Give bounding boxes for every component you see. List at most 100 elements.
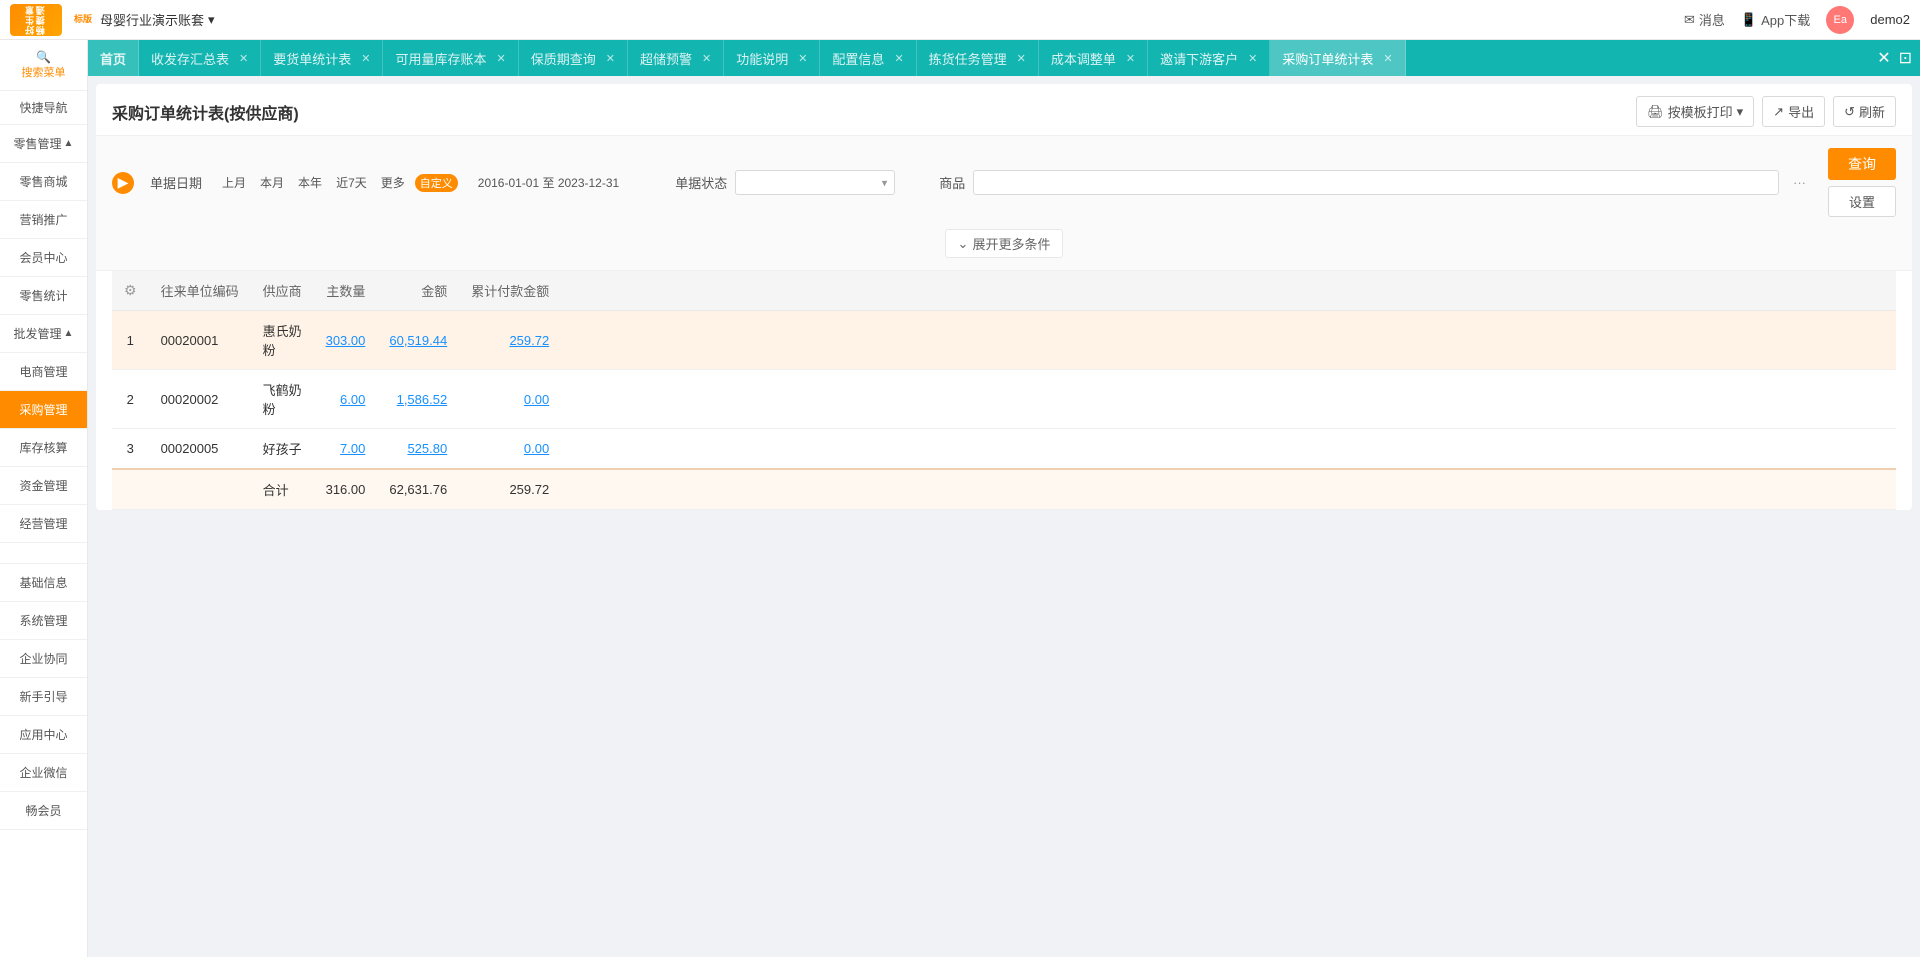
toggle-filter-btn[interactable]: ▶ (112, 172, 134, 194)
col-supplier: 供应商 (251, 271, 314, 311)
chevron-down-icon2: ⌄ (958, 236, 969, 252)
amount-link[interactable]: 1,586.52 (397, 392, 448, 407)
goods-label: 商品 (939, 173, 965, 192)
status-select[interactable] (735, 170, 895, 195)
workspace-selector[interactable]: 母婴行业演示账套 ▾ (100, 10, 215, 29)
tab-order-stats[interactable]: 要货单统计表 ✕ (261, 40, 383, 76)
tab-close-icon11[interactable]: ✕ (1383, 52, 1392, 65)
sidebar-item-business[interactable]: 经营管理 (0, 505, 87, 543)
paid-link[interactable]: 259.72 (509, 333, 549, 348)
quantity-link[interactable]: 7.00 (340, 441, 365, 456)
sidebar-item-retail-mgmt[interactable]: 零售管理 ▲ (0, 125, 87, 163)
sidebar-item-wechat[interactable]: 企业微信 (0, 754, 87, 792)
sidebar-search[interactable]: 🔍 搜索菜单 (0, 40, 87, 91)
sidebar-item-guide[interactable]: 新手引导 (0, 678, 87, 716)
status-label: 单据状态 (675, 173, 727, 192)
sidebar-item-marketing[interactable]: 营销推广 (0, 201, 87, 239)
page-header-actions: 🖨 按模板打印 ▾ ↗ 导出 ↺ 刷新 (1636, 96, 1896, 127)
tab-config-info[interactable]: 配置信息 ✕ (820, 40, 916, 76)
shortcut-this-year[interactable]: 本年 (294, 172, 326, 193)
sidebar-item-basic-info[interactable] (0, 543, 87, 564)
message-icon: ✉ (1684, 12, 1695, 28)
filter-actions: 查询 设置 (1828, 148, 1896, 217)
tab-cost-adjust[interactable]: 成本调整单 ✕ (1039, 40, 1148, 76)
refresh-button[interactable]: ↺ 刷新 (1833, 96, 1896, 127)
sidebar-item-ecommerce[interactable]: 电商管理 (0, 353, 87, 391)
col-amount: 金额 (377, 271, 459, 311)
app-download-btn[interactable]: 📱 App下载 (1741, 10, 1810, 29)
sidebar-item-retail-mall[interactable]: 零售商城 (0, 163, 87, 201)
logo-sub: 标版 (74, 15, 92, 24)
shortcut-more[interactable]: 更多 (377, 172, 409, 193)
status-select-wrapper (735, 170, 895, 195)
goods-input[interactable] (973, 170, 1779, 195)
restore-tab-icon[interactable]: ⊡ (1899, 48, 1912, 68)
quantity-link[interactable]: 303.00 (326, 333, 366, 348)
avatar[interactable]: Ea (1826, 6, 1854, 34)
shortcut-7days[interactable]: 近7天 (332, 172, 371, 193)
sidebar-item-retail-stats[interactable]: 零售统计 (0, 277, 87, 315)
tab-close-icon2[interactable]: ✕ (361, 52, 370, 65)
logo: 畅捷通好生意 (10, 4, 62, 36)
mobile-icon: 📱 (1741, 12, 1757, 28)
tab-close-icon3[interactable]: ✕ (497, 52, 506, 65)
tab-close-icon10[interactable]: ✕ (1248, 52, 1257, 65)
quantity-link[interactable]: 6.00 (340, 392, 365, 407)
content-area: 首页 收发存汇总表 ✕ 要货单统计表 ✕ 可用量库存账本 ✕ 保质期查询 ✕ 超… (88, 40, 1920, 957)
table-wrapper: ⚙ 往来单位编码 供应商 主数量 金额 累计付款金额 (96, 271, 1912, 510)
tab-function-desc[interactable]: 功能说明 ✕ (724, 40, 820, 76)
amount-link[interactable]: 60,519.44 (389, 333, 447, 348)
sidebar-quick-nav[interactable]: 快捷导航 (0, 91, 87, 125)
column-settings-icon[interactable]: ⚙ (124, 282, 137, 298)
sidebar-item-wholesale[interactable]: 批发管理 ▲ (0, 315, 87, 353)
shortcut-last-month[interactable]: 上月 (218, 172, 250, 193)
expand-more-button[interactable]: ⌄ 展开更多条件 (945, 229, 1064, 258)
sidebar-item-member-center[interactable]: 会员中心 (0, 239, 87, 277)
close-tab-icon[interactable]: ✕ (1877, 48, 1890, 68)
tab-close-icon9[interactable]: ✕ (1126, 52, 1135, 65)
paid-link[interactable]: 0.00 (524, 441, 549, 456)
sidebar-item-inventory[interactable]: 库存核算 (0, 429, 87, 467)
setting-button[interactable]: 设置 (1828, 186, 1896, 217)
sidebar-item-collab[interactable]: 企业协同 (0, 640, 87, 678)
amount-link[interactable]: 525.80 (407, 441, 447, 456)
tab-inventory-book[interactable]: 可用量库存账本 ✕ (383, 40, 518, 76)
top-bar-right: ✉ 消息 📱 App下载 Ea demo2 (1684, 6, 1910, 34)
expand-arrow-icon: ▲ (64, 138, 74, 149)
tab-invite-customer[interactable]: 邀请下游客户 ✕ (1148, 40, 1270, 76)
tab-purchase-order-stats[interactable]: 采购订单统计表 ✕ (1270, 40, 1405, 76)
page-inner: 采购订单统计表(按供应商) 🖨 按模板打印 ▾ ↗ 导出 ↺ (96, 84, 1912, 510)
print-icon: 🖨 (1647, 104, 1664, 120)
print-button[interactable]: 🖨 按模板打印 ▾ (1636, 96, 1754, 127)
tab-expiry-query[interactable]: 保质期查询 ✕ (519, 40, 628, 76)
message-btn[interactable]: ✉ 消息 (1684, 10, 1725, 29)
tab-bar: 首页 收发存汇总表 ✕ 要货单统计表 ✕ 可用量库存账本 ✕ 保质期查询 ✕ 超… (88, 40, 1920, 76)
top-bar-left: 畅捷通好生意 标版 母婴行业演示账套 ▾ (10, 4, 215, 36)
table-footer-row: 合计 316.00 62,631.76 259.72 (112, 469, 1896, 510)
tab-receive-summary[interactable]: 收发存汇总表 ✕ (139, 40, 261, 76)
sidebar-item-finance[interactable]: 资金管理 (0, 467, 87, 505)
custom-date-badge[interactable]: 自定义 (415, 174, 458, 192)
export-button[interactable]: ↗ 导出 (1762, 96, 1825, 127)
paid-link[interactable]: 0.00 (524, 392, 549, 407)
sidebar-item-purchase[interactable]: 采购管理 (0, 391, 87, 429)
tab-pick-task[interactable]: 拣货任务管理 ✕ (917, 40, 1039, 76)
tab-close-icon4[interactable]: ✕ (606, 52, 615, 65)
query-button[interactable]: 查询 (1828, 148, 1896, 180)
tab-close-icon7[interactable]: ✕ (894, 52, 903, 65)
workspace-name: 母婴行业演示账套 (100, 10, 204, 29)
sidebar-item-system-mgmt[interactable]: 系统管理 (0, 602, 87, 640)
sidebar-item-app-center[interactable]: 应用中心 (0, 716, 87, 754)
tab-close-icon5[interactable]: ✕ (702, 52, 711, 65)
tab-close-icon[interactable]: ✕ (239, 52, 248, 65)
tab-close-icon6[interactable]: ✕ (798, 52, 807, 65)
page-title: 采购订单统计表(按供应商) (112, 100, 299, 124)
tab-home[interactable]: 首页 (88, 40, 139, 76)
sidebar-item-member[interactable]: 畅会员 (0, 792, 87, 830)
tab-overstock-warning[interactable]: 超储预警 ✕ (628, 40, 724, 76)
shortcut-this-month[interactable]: 本月 (256, 172, 288, 193)
table-row: 2 00020002 飞鹤奶粉 6.00 1,586.52 0.00 (112, 370, 1896, 429)
sidebar-item-system[interactable]: 基础信息 (0, 564, 87, 602)
more-options-icon[interactable]: ··· (1787, 171, 1812, 194)
tab-close-icon8[interactable]: ✕ (1017, 52, 1026, 65)
